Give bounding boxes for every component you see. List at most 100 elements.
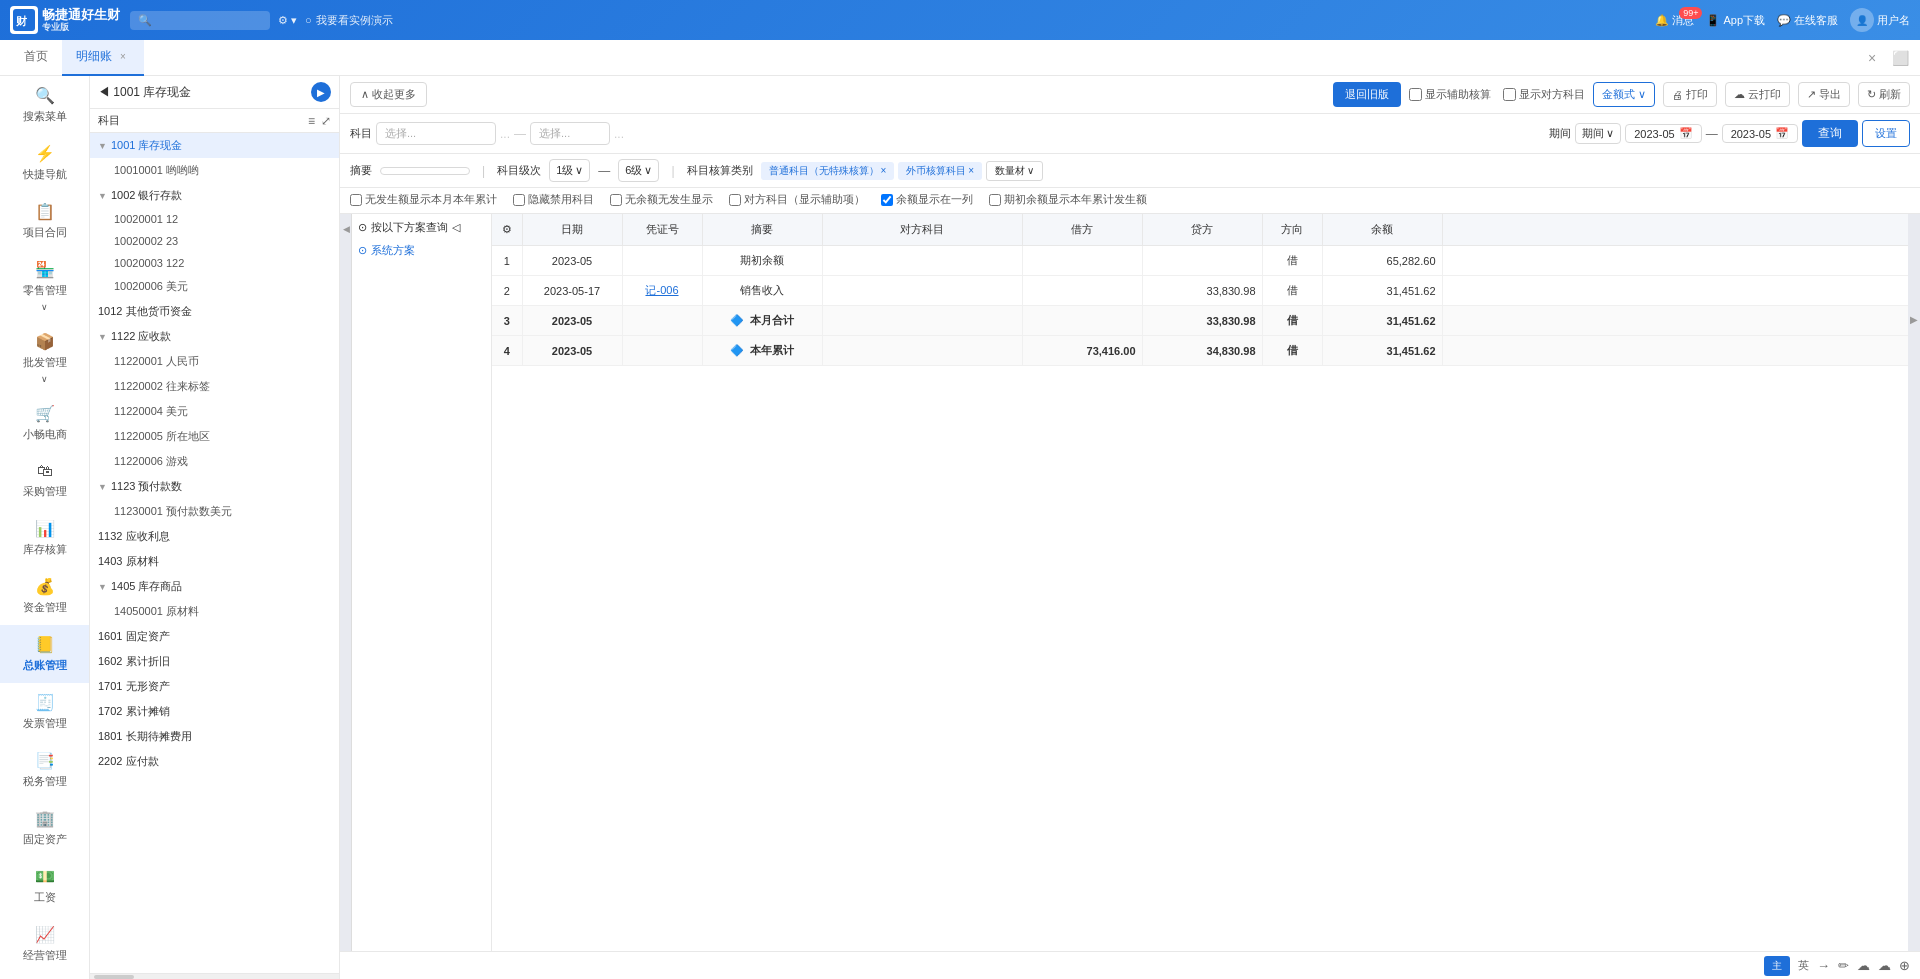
online-service-btn[interactable]: 💬 在线客服	[1777, 13, 1838, 28]
sidebar-item-inventory[interactable]: 📊 库存核算	[0, 509, 89, 567]
check-auxiliary[interactable]: 显示辅助核算	[1409, 87, 1491, 102]
td-voucher-2[interactable]: 记-006	[622, 276, 702, 306]
voucher-link-2[interactable]: 记-006	[645, 284, 678, 296]
level-to-select[interactable]: 6级 ∨	[618, 159, 659, 182]
tree-item-1122[interactable]: ▼ 1122 应收款	[90, 324, 339, 349]
opt-initial-balance[interactable]: 期初余额显示本年累计发生额	[989, 192, 1147, 207]
notification-btn[interactable]: 🔔 消息 99+	[1655, 13, 1694, 28]
check-auxiliary-input[interactable]	[1409, 88, 1422, 101]
tab-close-btn[interactable]: ×	[116, 50, 130, 64]
tree-item-1132[interactable]: 1132 应收利息	[90, 524, 339, 549]
system-scheme-btn[interactable]: ⊙ 系统方案	[358, 243, 485, 258]
tree-item-1701[interactable]: 1701 无形资产	[90, 674, 339, 699]
category-tag-normal-close[interactable]: ×	[881, 165, 887, 176]
sidebar-item-invoice[interactable]: 🧾 发票管理	[0, 683, 89, 741]
category-tag-foreign[interactable]: 外币核算科目 ×	[898, 162, 982, 180]
opt-balance-col[interactable]: 余额显示在一列	[881, 192, 973, 207]
tab-close-all-btn[interactable]: ×	[1862, 48, 1882, 68]
opt-hide-disabled[interactable]: 隐藏禁用科目	[513, 192, 594, 207]
cloud-print-btn[interactable]: ☁ 云打印	[1725, 82, 1790, 107]
opt-no-balance-input[interactable]	[350, 194, 362, 206]
period-from-input[interactable]: 2023-05 📅	[1625, 124, 1701, 143]
tree-item-11230001[interactable]: 11230001 预付款数美元	[90, 499, 339, 524]
tab-restore-btn[interactable]: ⬜	[1890, 48, 1910, 68]
tree-item-1403[interactable]: 1403 原材料	[90, 549, 339, 574]
sidebar-item-ecommerce[interactable]: 🛒 小畅电商	[0, 394, 89, 452]
tree-item-11220001[interactable]: 11220001 人民币	[90, 349, 339, 374]
export-btn[interactable]: ↗ 导出	[1798, 82, 1850, 107]
search-bar[interactable]: 🔍	[130, 11, 270, 30]
refresh-btn[interactable]: ↻ 刷新	[1858, 82, 1910, 107]
query-collapse-panel[interactable]: ◀	[340, 214, 352, 951]
tree-item-11220006[interactable]: 11220006 游戏	[90, 449, 339, 474]
tree-item-1702[interactable]: 1702 累计摊销	[90, 699, 339, 724]
more-btn[interactable]: ∧ 收起更多	[350, 82, 427, 107]
arrow-right-icon[interactable]: →	[1817, 958, 1830, 973]
opt-no-occur-input[interactable]	[610, 194, 622, 206]
sidebar-item-contract[interactable]: 📋 项目合同	[0, 192, 89, 250]
tree-item-1123[interactable]: ▼ 1123 预付款数	[90, 474, 339, 499]
lang-en-label[interactable]: 英	[1798, 958, 1809, 973]
summary-input[interactable]	[380, 167, 470, 175]
subject-input-2[interactable]: 选择...	[530, 122, 610, 145]
user-avatar[interactable]: 👤 用户名	[1850, 8, 1910, 32]
print-btn[interactable]: 🖨 打印	[1663, 82, 1717, 107]
opt-balance-col-input[interactable]	[881, 194, 893, 206]
period-type-select[interactable]: 期间 ∨	[1575, 123, 1621, 144]
query-btn[interactable]: 查询	[1802, 120, 1858, 147]
opt-opposite-input[interactable]	[729, 194, 741, 206]
sidebar-item-wholesale[interactable]: 📦 批发管理 ∨	[0, 322, 89, 394]
right-collapse-panel[interactable]: ▶	[1908, 214, 1920, 951]
tree-item-1602[interactable]: 1602 累计折旧	[90, 649, 339, 674]
account-nav-arrow[interactable]: ▶	[311, 82, 331, 102]
tree-item-1801[interactable]: 1801 长期待摊费用	[90, 724, 339, 749]
sidebar-item-expense[interactable]: 💳 小畅报销	[0, 973, 89, 979]
opt-hide-disabled-input[interactable]	[513, 194, 525, 206]
app-download-btn[interactable]: 📱 App下载	[1706, 13, 1765, 28]
category-tag-foreign-close[interactable]: ×	[968, 165, 974, 176]
horizontal-scroll[interactable]	[90, 973, 339, 979]
plus-circle-icon[interactable]: ⊕	[1899, 958, 1910, 973]
demo-link[interactable]: ○ 我要看实例演示	[305, 13, 393, 28]
tree-item-10020001[interactable]: 10020001 12	[90, 208, 339, 230]
list-view-icon[interactable]: ≡	[308, 114, 315, 128]
sidebar-item-purchase[interactable]: 🛍 采购管理	[0, 452, 89, 509]
category-quantity-btn[interactable]: 数量材 ∨	[986, 161, 1043, 181]
subject-input[interactable]: 选择...	[376, 122, 496, 145]
opt-no-balance[interactable]: 无发生额显示本月本年累计	[350, 192, 497, 207]
opt-opposite[interactable]: 对方科目（显示辅助项）	[729, 192, 865, 207]
tree-item-1001[interactable]: ▼ 1001 库存现金	[90, 133, 339, 158]
settings-btn[interactable]: 设置	[1862, 120, 1910, 147]
sidebar-item-quicknav[interactable]: ⚡ 快捷导航	[0, 134, 89, 192]
tab-ledger[interactable]: 明细账 ×	[62, 40, 144, 76]
return-btn[interactable]: 退回旧版	[1333, 82, 1401, 107]
opt-initial-balance-input[interactable]	[989, 194, 1001, 206]
tree-item-1002[interactable]: ▼ 1002 银行存款	[90, 183, 339, 208]
tree-item-1012[interactable]: 1012 其他货币资金	[90, 299, 339, 324]
sidebar-item-assets[interactable]: 🏢 固定资产	[0, 799, 89, 857]
cloud-icon-1[interactable]: ☁	[1857, 958, 1870, 973]
tab-home[interactable]: 首页	[10, 40, 62, 76]
sidebar-item-management[interactable]: 📈 经营管理	[0, 915, 89, 973]
tree-item-10010001[interactable]: 10010001 哟哟哟	[90, 158, 339, 183]
tree-item-1601[interactable]: 1601 固定资产	[90, 624, 339, 649]
level-from-select[interactable]: 1级 ∨	[549, 159, 590, 182]
tree-item-2202[interactable]: 2202 应付款	[90, 749, 339, 774]
expand-icon[interactable]: ⤢	[321, 114, 331, 128]
period-to-input[interactable]: 2023-05 📅	[1722, 124, 1798, 143]
sidebar-item-fund[interactable]: 💰 资金管理	[0, 567, 89, 625]
sidebar-item-search[interactable]: 🔍 搜索菜单	[0, 76, 89, 134]
sidebar-item-salary[interactable]: 💵 工资	[0, 857, 89, 915]
tree-item-10020002[interactable]: 10020002 23	[90, 230, 339, 252]
th-settings[interactable]: ⚙	[492, 214, 522, 246]
sidebar-item-retail[interactable]: 🏪 零售管理 ∨	[0, 250, 89, 322]
tree-item-11220004[interactable]: 11220004 美元	[90, 399, 339, 424]
h-scroll-thumb[interactable]	[94, 975, 134, 979]
edit-icon[interactable]: ✏	[1838, 958, 1849, 973]
tree-item-1405[interactable]: ▼ 1405 库存商品	[90, 574, 339, 599]
category-tag-normal[interactable]: 普通科目（无特殊核算） ×	[761, 162, 895, 180]
sidebar-item-tax[interactable]: 📑 税务管理	[0, 741, 89, 799]
format-btn[interactable]: 金额式 ∨	[1593, 82, 1655, 107]
lang-switch-btn[interactable]: 主	[1764, 956, 1790, 976]
tree-item-10020003[interactable]: 10020003 122	[90, 252, 339, 274]
